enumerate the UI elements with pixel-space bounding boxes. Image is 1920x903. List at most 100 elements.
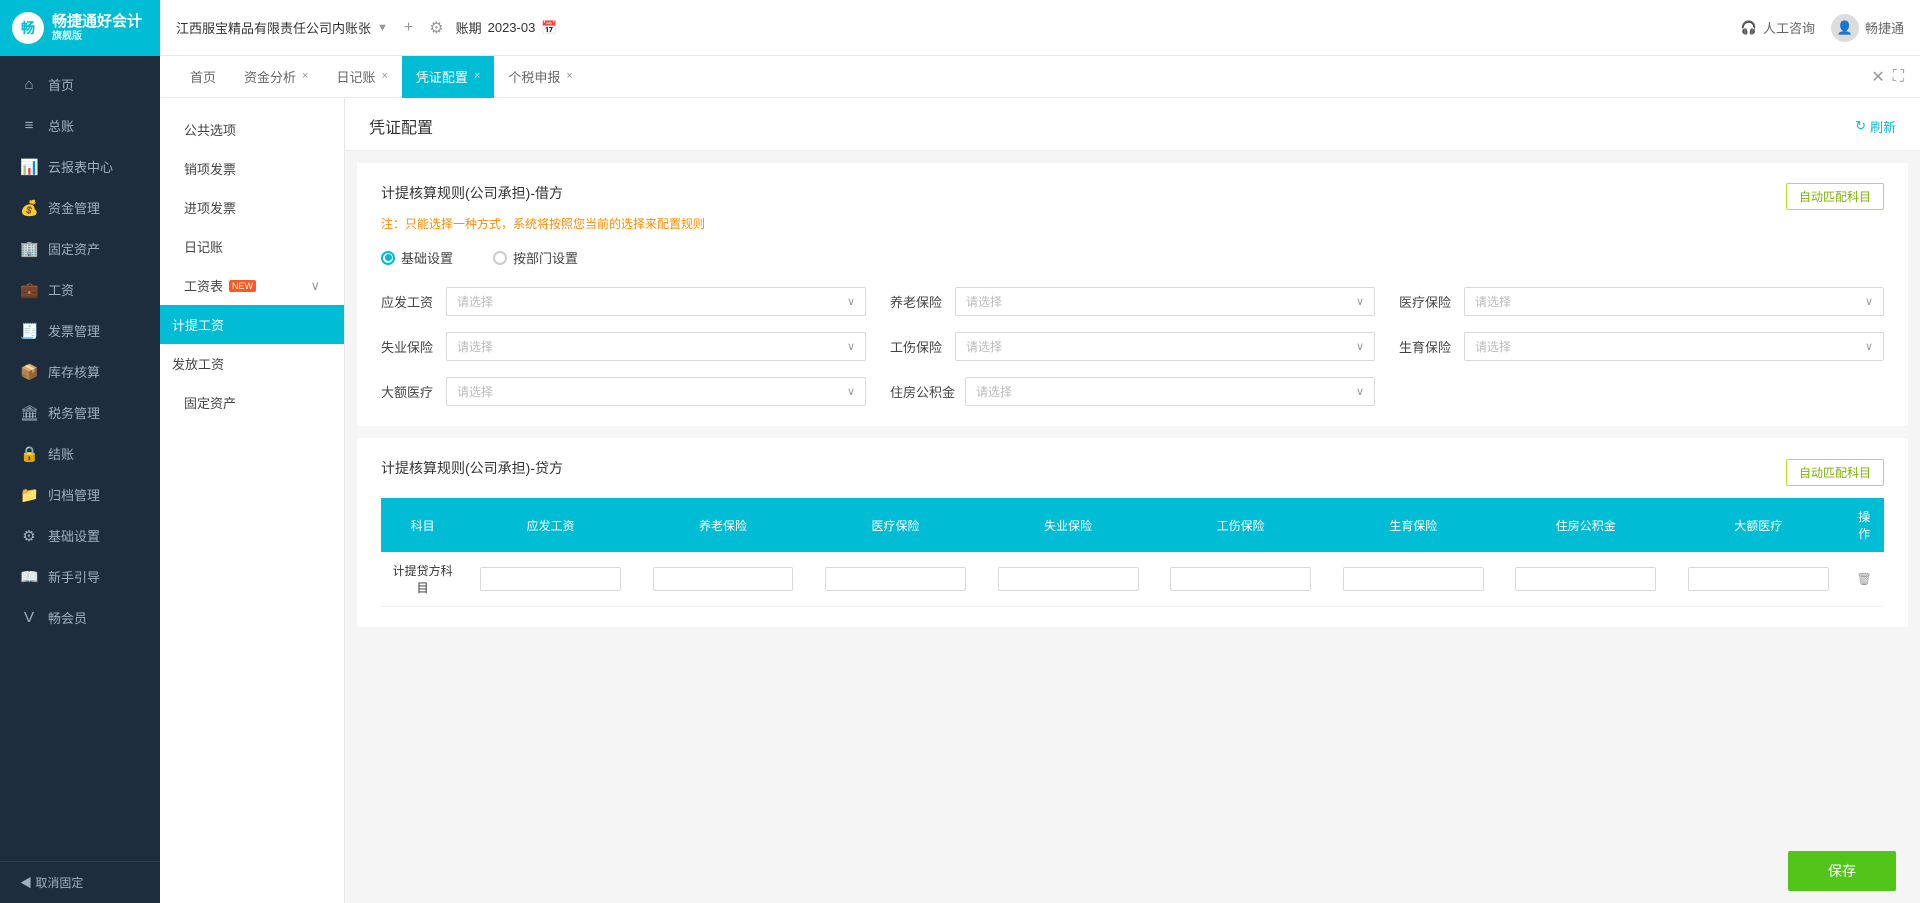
tab-funds-close[interactable]: × bbox=[302, 70, 308, 82]
close-tab-button[interactable]: ✕ bbox=[1871, 67, 1884, 87]
sidebar-logo: 畅 畅捷通好会计 旗舰版 bbox=[0, 0, 160, 56]
content-area: 公共选项 销项发票 进项发票 日记账 工资表 NEW ∨ 计提工资 发放工资 bbox=[160, 98, 1920, 903]
tab-journal[interactable]: 日记账 × bbox=[322, 56, 401, 98]
select-ylbx2-arrow: ∨ bbox=[1865, 295, 1873, 308]
sidebar-label-salary: 工资 bbox=[48, 280, 74, 299]
menu-pay-salary[interactable]: 发放工资 bbox=[160, 344, 344, 383]
sidebar-label-guide: 新手引导 bbox=[48, 567, 100, 586]
select-yfgz[interactable]: 请选择 ∨ bbox=[446, 287, 866, 316]
cell-zfgjj[interactable] bbox=[1499, 552, 1672, 607]
company-selector[interactable]: 江西服宝精品有限责任公司内账张 ▼ bbox=[176, 18, 388, 37]
table-row: 计提贷方科目 🗑 bbox=[381, 552, 1884, 607]
period-selector[interactable]: 账期 2023-03 📅 bbox=[456, 18, 558, 37]
label-ylbx: 养老保险 bbox=[890, 292, 945, 311]
select-ylbx2[interactable]: 请选择 ∨ bbox=[1464, 287, 1884, 316]
avatar: 👤 bbox=[1831, 14, 1859, 42]
sidebar-item-guide[interactable]: 📖 新手引导 bbox=[0, 556, 160, 597]
tab-journal-close[interactable]: × bbox=[381, 70, 387, 82]
notice-text: 注：只能选择一种方式，系统将按照您当前的选择来配置规则 bbox=[381, 215, 1884, 232]
col-header-sybx: 失业保险 bbox=[982, 498, 1155, 552]
input-sybx[interactable] bbox=[998, 567, 1139, 591]
tabbar: 首页 资金分析 × 日记账 × 凭证配置 × 个税申报 × ✕ ⛶ bbox=[160, 56, 1920, 98]
menu-purchase-invoice[interactable]: 进项发票 bbox=[160, 188, 344, 227]
sidebar-label-vip: 畅会员 bbox=[48, 608, 87, 627]
expand-button[interactable]: ⛶ bbox=[1893, 68, 1904, 86]
sidebar-item-settings[interactable]: ⚙ 基础设置 bbox=[0, 515, 160, 556]
sidebar-item-inventory[interactable]: 📦 库存核算 bbox=[0, 351, 160, 392]
sidebar-item-invoice[interactable]: 🧾 发票管理 bbox=[0, 310, 160, 351]
menu-salary-table[interactable]: 工资表 NEW ∨ bbox=[160, 266, 344, 305]
user-menu[interactable]: 👤 畅捷通 bbox=[1831, 14, 1904, 42]
closing-icon: 🔒 bbox=[20, 445, 38, 463]
input-zfgjj[interactable] bbox=[1515, 567, 1656, 591]
tab-home[interactable]: 首页 bbox=[176, 56, 230, 98]
select-gsbx[interactable]: 请选择 ∨ bbox=[955, 332, 1375, 361]
cell-sybx[interactable] bbox=[982, 552, 1155, 607]
menu-fixed-assets[interactable]: 固定资产 bbox=[160, 383, 344, 422]
input-gsbx[interactable] bbox=[1170, 567, 1311, 591]
input-deyly[interactable] bbox=[1688, 567, 1829, 591]
radio-by-dept[interactable]: 按部门设置 bbox=[493, 248, 578, 267]
input-yfgz[interactable] bbox=[480, 567, 621, 591]
select-sybx[interactable]: 请选择 ∨ bbox=[446, 332, 866, 361]
sidebar-item-tax[interactable]: 🏛 税务管理 bbox=[0, 392, 160, 433]
sidebar-item-closing[interactable]: 🔒 结账 bbox=[0, 433, 160, 474]
sidebar-label-invoice: 发票管理 bbox=[48, 321, 100, 340]
save-button[interactable]: 保存 bbox=[1788, 851, 1896, 891]
logo-text: 畅捷通好会计 旗舰版 bbox=[52, 13, 142, 43]
input-ylbx2[interactable] bbox=[825, 567, 966, 591]
input-sybx2[interactable] bbox=[1343, 567, 1484, 591]
radio-basic-label: 基础设置 bbox=[401, 248, 453, 267]
select-ylbx[interactable]: 请选择 ∨ bbox=[955, 287, 1375, 316]
sidebar-item-fixed-assets[interactable]: 🏢 固定资产 bbox=[0, 228, 160, 269]
add-company-button[interactable]: + bbox=[400, 19, 417, 37]
cell-action[interactable]: 🗑 bbox=[1845, 552, 1884, 607]
field-sybx2: 生育保险 请选择 ∨ bbox=[1399, 332, 1884, 361]
row-label: 计提贷方科目 bbox=[381, 552, 464, 607]
cell-ylbx2[interactable] bbox=[809, 552, 982, 607]
page-header: 凭证配置 ↻ 刷新 bbox=[345, 98, 1920, 151]
radio-basic[interactable]: 基础设置 bbox=[381, 248, 453, 267]
select-zfgjj-arrow: ∨ bbox=[1356, 385, 1364, 398]
sidebar-label-inventory: 库存核算 bbox=[48, 362, 100, 381]
select-deyly[interactable]: 请选择 ∨ bbox=[446, 377, 866, 406]
cell-ylbx[interactable] bbox=[637, 552, 810, 607]
tab-tax-close[interactable]: × bbox=[566, 70, 572, 82]
cell-sybx2[interactable] bbox=[1327, 552, 1500, 607]
sidebar-item-reports[interactable]: 📊 云报表中心 bbox=[0, 146, 160, 187]
select-sybx2[interactable]: 请选择 ∨ bbox=[1464, 332, 1884, 361]
new-badge: NEW bbox=[229, 280, 256, 292]
refresh-button[interactable]: ↻ 刷新 bbox=[1855, 117, 1896, 136]
section2-title: 计提核算规则(公司承担)-贷方 bbox=[381, 458, 563, 478]
menu-sales-invoice[interactable]: 销项发票 bbox=[160, 149, 344, 188]
tab-tax-report[interactable]: 个税申报 × bbox=[494, 56, 586, 98]
tab-voucher-close[interactable]: × bbox=[474, 70, 480, 82]
input-ylbx[interactable] bbox=[653, 567, 794, 591]
topbar: 江西服宝精品有限责任公司内账张 ▼ + ⚙ 账期 2023-03 📅 🎧 人工咨… bbox=[160, 0, 1920, 56]
logo-edition: 旗舰版 bbox=[52, 31, 142, 43]
tab-voucher-config[interactable]: 凭证配置 × bbox=[402, 56, 494, 98]
menu-public-options[interactable]: 公共选项 bbox=[160, 110, 344, 149]
period-label: 账期 bbox=[456, 18, 482, 37]
auto-match-credit-button[interactable]: 自动匹配科目 bbox=[1786, 459, 1884, 486]
sidebar-item-funds[interactable]: 💰 资金管理 bbox=[0, 187, 160, 228]
cell-deyly[interactable] bbox=[1672, 552, 1845, 607]
service-button[interactable]: 🎧 人工咨询 bbox=[1741, 18, 1815, 37]
sidebar-item-ledger[interactable]: ≡ 总账 bbox=[0, 105, 160, 146]
sidebar-item-archive[interactable]: 📁 归档管理 bbox=[0, 474, 160, 515]
settings-button[interactable]: ⚙ bbox=[429, 18, 443, 38]
label-deyly: 大额医疗 bbox=[381, 382, 436, 401]
tab-funds-analysis[interactable]: 资金分析 × bbox=[230, 56, 322, 98]
sidebar-item-salary[interactable]: 💼 工资 bbox=[0, 269, 160, 310]
menu-label-journal: 日记账 bbox=[184, 237, 223, 256]
cell-yfgz[interactable] bbox=[464, 552, 637, 607]
sidebar-item-home[interactable]: ⌂ 首页 bbox=[0, 64, 160, 105]
unpin-button[interactable]: ◀ 取消固定 bbox=[0, 861, 160, 903]
auto-match-debit-button[interactable]: 自动匹配科目 bbox=[1786, 183, 1884, 210]
sidebar-item-vip[interactable]: V 畅会员 bbox=[0, 597, 160, 638]
menu-calc-salary[interactable]: 计提工资 bbox=[160, 305, 344, 344]
cell-gsbx[interactable] bbox=[1154, 552, 1327, 607]
select-zfgjj[interactable]: 请选择 ∨ bbox=[965, 377, 1375, 406]
period-value: 2023-03 bbox=[488, 20, 536, 35]
menu-journal[interactable]: 日记账 bbox=[160, 227, 344, 266]
